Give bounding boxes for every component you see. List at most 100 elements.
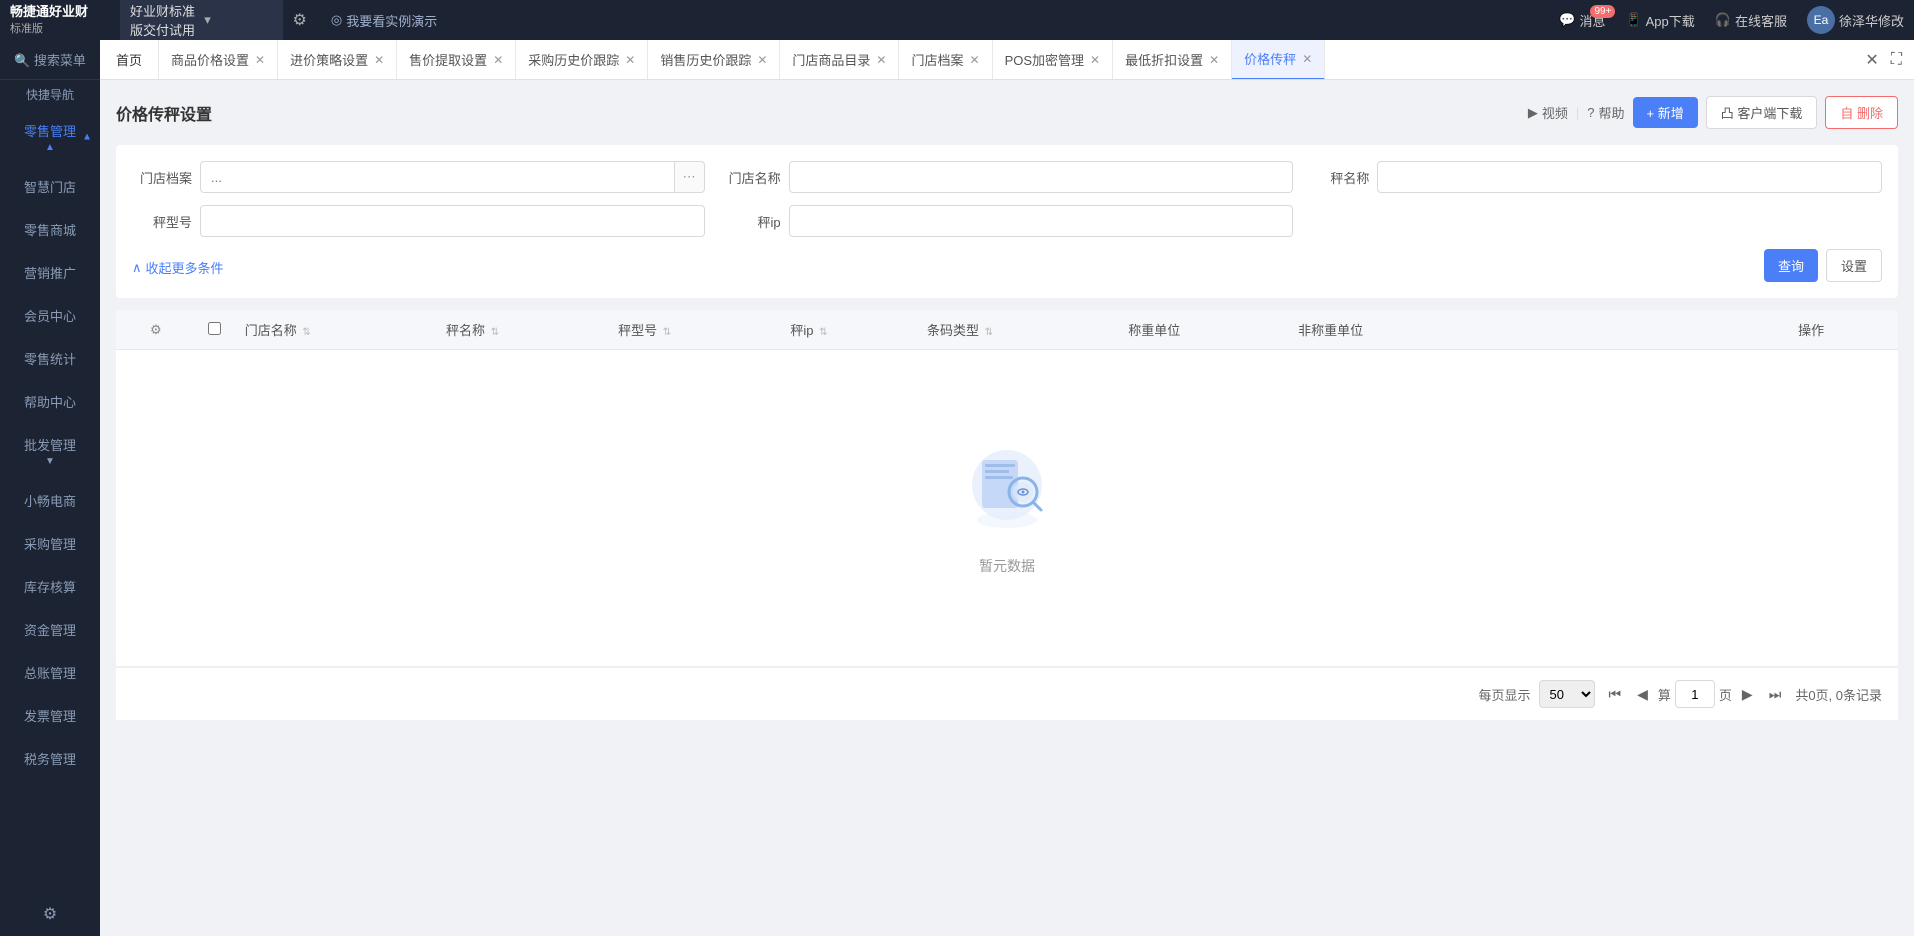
sidebar-nav[interactable]: 快捷导航 [0, 80, 100, 109]
app-download-label: App下载 [1646, 11, 1695, 30]
tab-purchase-history-close[interactable]: ✕ [625, 53, 635, 67]
online-service-item[interactable]: 🎧 在线客服 [1715, 11, 1787, 30]
sidebar-item-marketing[interactable]: 营销推广 [0, 251, 100, 294]
scale-model-field: 秤型号 [132, 205, 705, 237]
tab-purchase-history[interactable]: 采购历史价跟踪 ✕ [516, 40, 648, 80]
prev-page-button[interactable]: ◀ [1631, 684, 1654, 705]
empty-illustration [947, 440, 1067, 540]
first-page-button[interactable]: ⏮ [1603, 684, 1628, 705]
tab-store-catalog[interactable]: 门店商品目录 ✕ [780, 40, 899, 80]
th-scale-model-label: 秤型号 [618, 323, 657, 338]
th-scale-name[interactable]: 秤名称 ⇅ [434, 310, 606, 350]
tab-min-discount-close[interactable]: ✕ [1209, 53, 1219, 67]
chevron-down-icon: ▾ [204, 12, 272, 28]
th-store-name[interactable]: 门店名称 ⇅ [233, 310, 434, 350]
table-settings-icon[interactable]: ⚙ [150, 322, 162, 337]
empty-state: 暂元数据 [128, 360, 1886, 656]
page-number-input[interactable] [1675, 680, 1715, 708]
version-selector[interactable]: 好业财标准版交付试用 ▾ [120, 0, 283, 43]
tab-sale-history[interactable]: 销售历史价跟踪 ✕ [648, 40, 780, 80]
tab-maximize-button[interactable]: ⛶ [1887, 47, 1906, 73]
sidebar-item-smart-store[interactable]: 智慧门店 [0, 165, 100, 208]
tab-pos-manage[interactable]: POS加密管理 ✕ [993, 40, 1114, 80]
scale-model-input[interactable] [200, 205, 705, 237]
sidebar-item-retail-mall[interactable]: 零售商城 [0, 208, 100, 251]
store-archive-input[interactable] [200, 161, 675, 193]
header-settings-button[interactable]: ⚙ [289, 6, 311, 34]
app-download-item[interactable]: 📱 App下载 [1625, 11, 1694, 30]
tab-sale-history-close[interactable]: ✕ [757, 53, 767, 67]
help-link[interactable]: ? 帮助 [1587, 103, 1624, 122]
main-layout: 🔍 搜索菜单 快捷导航 零售管理 ▲ 智慧门店 零售商城 营销推广 会员中心 [0, 40, 1914, 936]
scale-name-input[interactable] [1377, 161, 1882, 193]
delete-button-label: 自 删除 [1840, 103, 1883, 122]
tab-sale-price[interactable]: 售价提取设置 ✕ [397, 40, 516, 80]
tab-price-settings-close[interactable]: ✕ [255, 53, 265, 67]
message-item[interactable]: 💬 消息 99+ [1559, 11, 1605, 30]
tab-store-archive[interactable]: 门店档案 ✕ [899, 40, 992, 80]
tab-purchase-strategy[interactable]: 进价策略设置 ✕ [278, 40, 397, 80]
sidebar-item-retail-stats[interactable]: 零售统计 [0, 337, 100, 380]
demo-link[interactable]: ◎ 我要看实例演示 [331, 11, 437, 30]
tab-purchase-strategy-close[interactable]: ✕ [374, 53, 384, 67]
download-button[interactable]: 凸 客户端下载 [1706, 96, 1818, 129]
delete-button[interactable]: 自 删除 [1825, 96, 1898, 129]
tab-min-discount[interactable]: 最低折扣设置 ✕ [1113, 40, 1232, 80]
store-archive-icon[interactable]: ⋯ [675, 161, 705, 193]
th-scale-ip[interactable]: 秤ip ⇅ [778, 310, 915, 350]
sidebar-item-inventory[interactable]: 库存核算 [0, 565, 100, 608]
query-button[interactable]: 查询 [1764, 249, 1818, 282]
sidebar-item-purchase[interactable]: 采购管理 [0, 522, 100, 565]
tab-pos-manage-label: POS加密管理 [1005, 50, 1084, 69]
video-link[interactable]: ▶ 视频 [1528, 103, 1568, 122]
sidebar-item-help[interactable]: 帮助中心 [0, 380, 100, 423]
tab-store-archive-close[interactable]: ✕ [970, 53, 980, 67]
tab-price-transfer-close[interactable]: ✕ [1302, 52, 1312, 66]
sidebar-item-xiaochang[interactable]: 小畅电商 [0, 479, 100, 522]
avatar: Ea [1807, 6, 1835, 34]
th-scale-ip-label: 秤ip [790, 323, 813, 338]
collapse-button[interactable]: ∧ 收起更多条件 [132, 258, 224, 277]
page-label: 算 [1658, 685, 1671, 704]
page-actions: ▶ 视频 | ? 帮助 + 新增 凸 客户端下载 [1528, 96, 1898, 129]
sidebar-item-invoice[interactable]: 发票管理 [0, 694, 100, 737]
th-settings[interactable]: ⚙ [116, 310, 196, 350]
demo-link-label: 我要看实例演示 [346, 11, 437, 30]
sidebar-item-member[interactable]: 会员中心 [0, 294, 100, 337]
tab-home[interactable]: 首页 [100, 40, 159, 80]
tab-store-catalog-close[interactable]: ✕ [876, 53, 886, 67]
collapse-label: 收起更多条件 [146, 258, 224, 277]
sidebar-item-retail[interactable]: 零售管理 ▲ [0, 109, 100, 165]
app-download-icon: 📱 [1625, 12, 1641, 28]
store-name-input[interactable] [789, 161, 1294, 193]
sidebar-item-finance[interactable]: 资金管理 [0, 608, 100, 651]
sidebar-item-general-ledger[interactable]: 总账管理 [0, 651, 100, 694]
th-scale-model[interactable]: 秤型号 ⇅ [606, 310, 778, 350]
tab-sale-price-close[interactable]: ✕ [493, 53, 503, 67]
th-barcode-type[interactable]: 条码类型 ⇅ [915, 310, 1116, 350]
store-archive-field: 门店档案 ⋯ [132, 161, 705, 193]
arrow-up-icon: ▲ [45, 142, 55, 153]
sidebar-search[interactable]: 🔍 搜索菜单 [0, 40, 100, 80]
tab-purchase-strategy-label: 进价策略设置 [290, 50, 368, 69]
per-page-select[interactable]: 20 50 100 200 [1539, 680, 1595, 708]
tab-price-settings[interactable]: 商品价格设置 ✕ [159, 40, 278, 80]
user-item[interactable]: Ea 徐泽华修改 [1807, 6, 1904, 34]
tab-price-transfer[interactable]: 价格传秤 ✕ [1232, 40, 1325, 80]
table-container: ⚙ 门店名称 ⇅ 秤名称 [116, 310, 1898, 667]
pagination-bar: 每页显示 20 50 100 200 ⏮ ◀ 算 页 [116, 667, 1898, 720]
next-page-button[interactable]: ▶ [1736, 684, 1759, 705]
sidebar-gear-button[interactable]: ⚙ [0, 892, 100, 936]
tab-close-all-button[interactable]: ✕ [1861, 46, 1882, 74]
tab-bar: 首页 商品价格设置 ✕ 进价策略设置 ✕ 售价提取设置 ✕ 采购历史价跟踪 ✕ [100, 40, 1914, 80]
page-title: 价格传秤设置 [116, 101, 212, 125]
settings-button[interactable]: 设置 [1826, 249, 1882, 282]
store-archive-input-wrapper: ⋯ [200, 161, 705, 193]
sidebar-item-wholesale[interactable]: 批发管理 ▼ [0, 423, 100, 479]
tab-pos-manage-close[interactable]: ✕ [1090, 53, 1100, 67]
sidebar-item-tax[interactable]: 税务管理 [0, 737, 100, 780]
add-button[interactable]: + 新增 [1633, 97, 1698, 128]
scale-ip-input[interactable] [789, 205, 1294, 237]
last-page-button[interactable]: ⏭ [1763, 684, 1788, 705]
select-all-checkbox[interactable] [208, 322, 221, 335]
